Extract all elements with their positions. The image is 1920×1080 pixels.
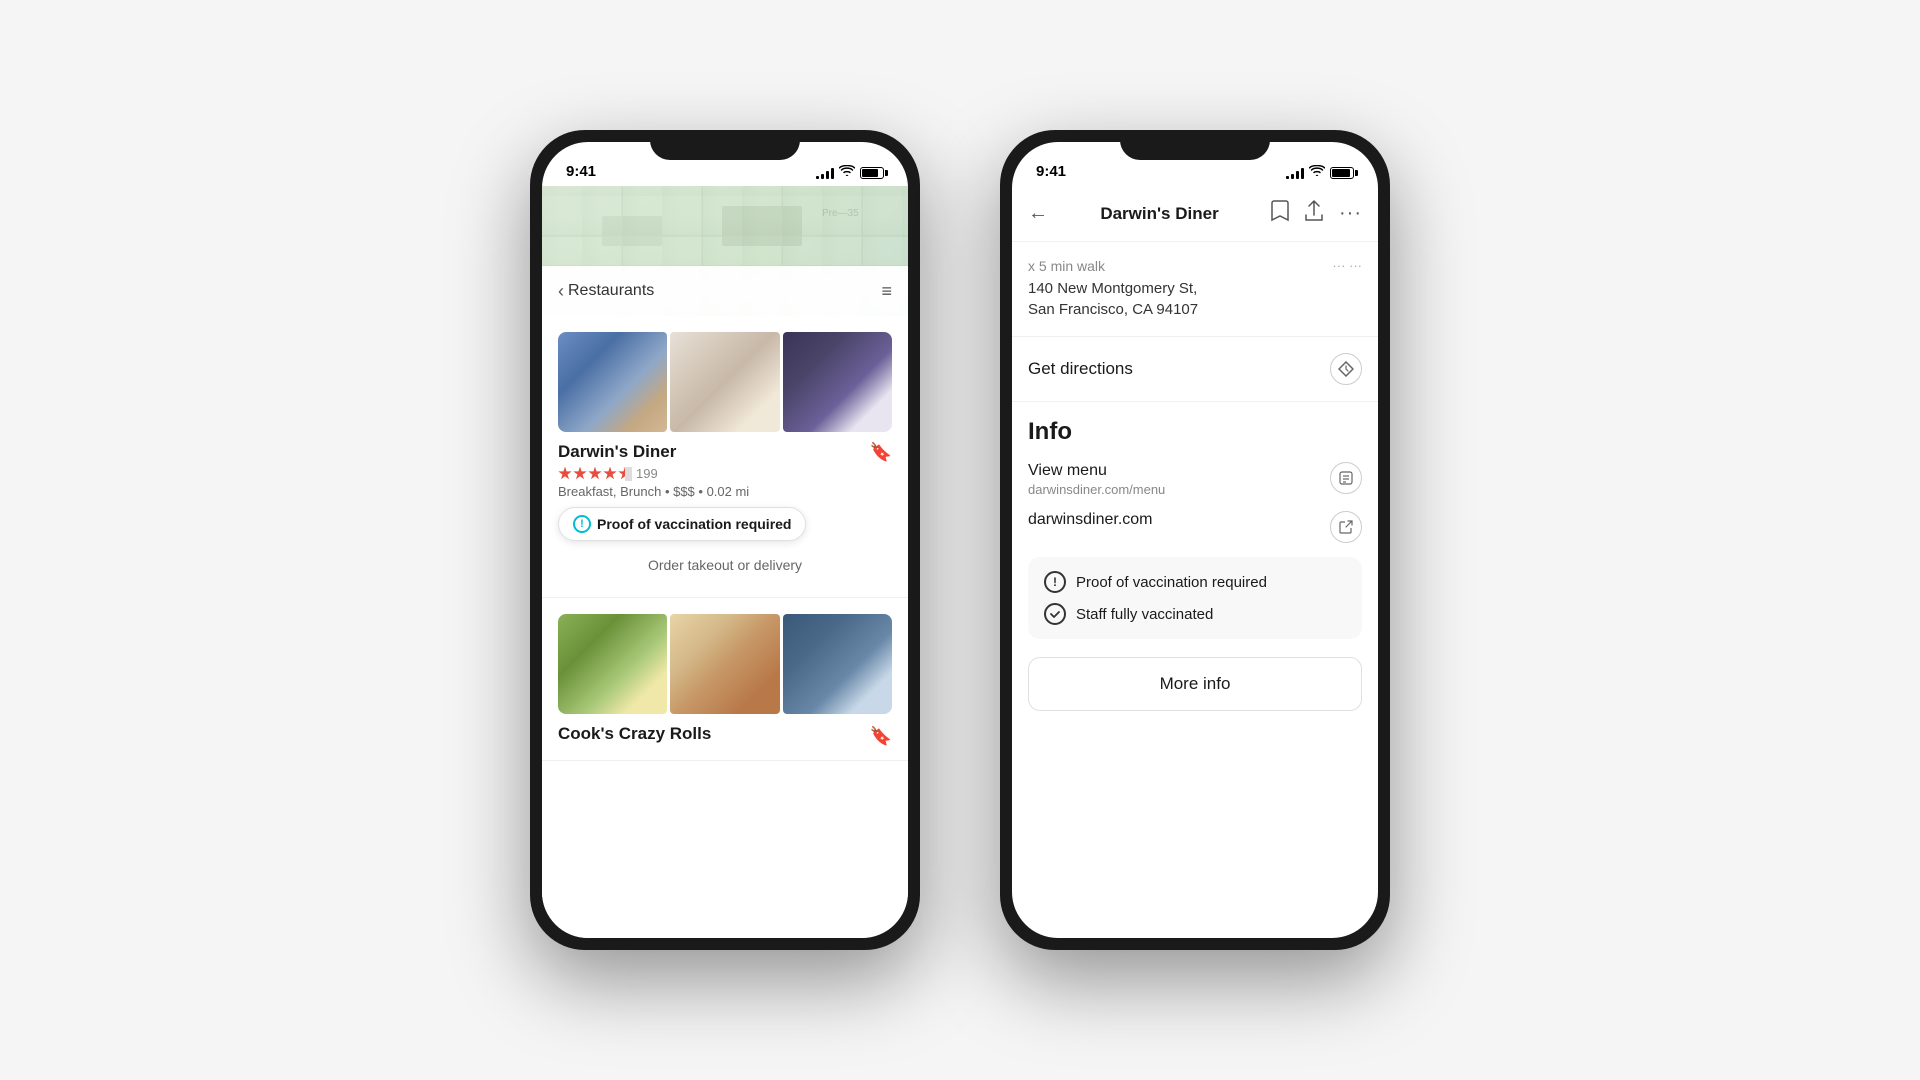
star-2 bbox=[573, 467, 587, 481]
star-3 bbox=[588, 467, 602, 481]
back-label-1: Restaurants bbox=[568, 282, 654, 300]
back-arrow-icon-1: ‹ bbox=[558, 281, 564, 302]
status-time-2: 9:41 bbox=[1036, 163, 1066, 180]
signal-icon-1 bbox=[816, 167, 834, 179]
distance-info: ··· ··· bbox=[1332, 258, 1362, 273]
battery-icon-1 bbox=[860, 167, 884, 179]
menu-content: View menu darwinsdiner.com/menu bbox=[1028, 462, 1330, 497]
vax-check-icon bbox=[1044, 603, 1066, 625]
detail-header: ← Darwin's Diner ··· bbox=[1012, 186, 1378, 242]
status-time-1: 9:41 bbox=[566, 163, 596, 180]
restaurant-card-2[interactable]: Cook's Crazy Rolls 🔖 bbox=[542, 598, 908, 761]
menu-label: View menu bbox=[1028, 462, 1330, 480]
battery-icon-2 bbox=[1330, 167, 1354, 179]
signal-icon-2 bbox=[1286, 167, 1304, 179]
vax-badge-text-1: Proof of vaccination required bbox=[597, 516, 791, 532]
restaurant-name-2: Cook's Crazy Rolls bbox=[558, 724, 711, 744]
bookmark-button-1[interactable]: 🔖 bbox=[870, 442, 892, 463]
wifi-icon-1 bbox=[839, 165, 855, 180]
food-image-bowl bbox=[558, 332, 667, 432]
more-info-button[interactable]: More info bbox=[1028, 657, 1362, 711]
menu-row[interactable]: View menu darwinsdiner.com/menu bbox=[1028, 462, 1362, 497]
menu-url: darwinsdiner.com/menu bbox=[1028, 482, 1330, 497]
address-section: x 5 min walk ··· ··· 140 New Montgomery … bbox=[1012, 242, 1378, 337]
food-image-salad bbox=[670, 614, 779, 714]
walk-info: x 5 min walk ··· ··· bbox=[1028, 258, 1362, 274]
address-line1: 140 New Montgomery St, bbox=[1028, 278, 1362, 299]
restaurant-meta-1: Breakfast, Brunch • $$$ • 0.02 mi bbox=[558, 484, 892, 499]
food-image-berries bbox=[783, 332, 892, 432]
rating-row-1: 199 bbox=[558, 466, 892, 481]
website-label: darwinsdiner.com bbox=[1028, 511, 1330, 529]
stars-1 bbox=[558, 467, 632, 481]
bookmark-action-icon[interactable] bbox=[1271, 200, 1289, 227]
order-link-1[interactable]: Order takeout or delivery bbox=[558, 549, 892, 585]
directions-label: Get directions bbox=[1028, 359, 1133, 379]
directions-nav-icon bbox=[1330, 353, 1362, 385]
detail-back-button[interactable]: ← bbox=[1028, 202, 1048, 225]
food-images-2 bbox=[558, 614, 892, 714]
share-action-icon[interactable] bbox=[1305, 200, 1323, 227]
list-view-icon-1[interactable]: ≡ bbox=[881, 281, 892, 302]
star-1 bbox=[558, 467, 572, 481]
star-4 bbox=[603, 467, 617, 481]
food-image-tacos bbox=[558, 614, 667, 714]
restaurant-name-1: Darwin's Diner bbox=[558, 442, 892, 462]
star-5-half bbox=[618, 467, 632, 481]
wifi-icon-2 bbox=[1309, 165, 1325, 180]
notch-2 bbox=[1120, 130, 1270, 160]
bookmark-button-2[interactable]: 🔖 bbox=[870, 726, 892, 747]
vax-text-staff: Staff fully vaccinated bbox=[1076, 606, 1213, 623]
directions-row[interactable]: Get directions bbox=[1012, 337, 1378, 402]
svg-text:Pre—35: Pre—35 bbox=[822, 208, 859, 219]
nav-bar-1: ‹ Restaurants ≡ bbox=[542, 266, 908, 316]
detail-body: x 5 min walk ··· ··· 140 New Montgomery … bbox=[1012, 242, 1378, 938]
external-link-icon bbox=[1330, 511, 1362, 543]
menu-icon bbox=[1330, 462, 1362, 494]
review-count-1: 199 bbox=[636, 466, 658, 481]
food-image-drink bbox=[783, 614, 892, 714]
more-action-icon[interactable]: ··· bbox=[1339, 202, 1362, 225]
info-heading: Info bbox=[1028, 418, 1362, 446]
phone-2: 9:41 bbox=[1000, 130, 1390, 950]
vax-row-proof: ! Proof of vaccination required bbox=[1044, 571, 1346, 593]
map-area: Pre—35 ‹ Restaurants ≡ bbox=[542, 186, 908, 316]
vax-badge-1: Proof of vaccination required bbox=[558, 507, 806, 541]
restaurant-card-1[interactable]: 🔖 Darwin's Diner 199 Breakfast, Brunch •… bbox=[542, 316, 908, 598]
detail-actions: ··· bbox=[1271, 200, 1362, 227]
vax-row-staff: Staff fully vaccinated bbox=[1044, 603, 1346, 625]
status-icons-2 bbox=[1286, 165, 1354, 180]
address-line2: San Francisco, CA 94107 bbox=[1028, 299, 1362, 320]
food-image-plate bbox=[670, 332, 779, 432]
info-section: Info View menu darwinsdiner.com/menu bbox=[1012, 402, 1378, 727]
restaurant-list: 🔖 Darwin's Diner 199 Breakfast, Brunch •… bbox=[542, 316, 908, 938]
detail-title: Darwin's Diner bbox=[1100, 204, 1218, 224]
status-icons-1 bbox=[816, 165, 884, 180]
website-content: darwinsdiner.com bbox=[1028, 511, 1330, 529]
vax-alert-icon-1 bbox=[573, 515, 591, 533]
vax-text-proof: Proof of vaccination required bbox=[1076, 574, 1267, 591]
food-images-1 bbox=[558, 332, 892, 432]
phone-1: 9:41 bbox=[530, 130, 920, 950]
notch-1 bbox=[650, 130, 800, 160]
vaccination-card: ! Proof of vaccination required Staff fu… bbox=[1028, 557, 1362, 639]
website-row[interactable]: darwinsdiner.com bbox=[1028, 511, 1362, 543]
vax-alert-icon-2: ! bbox=[1044, 571, 1066, 593]
back-button-1[interactable]: ‹ Restaurants bbox=[558, 281, 654, 302]
